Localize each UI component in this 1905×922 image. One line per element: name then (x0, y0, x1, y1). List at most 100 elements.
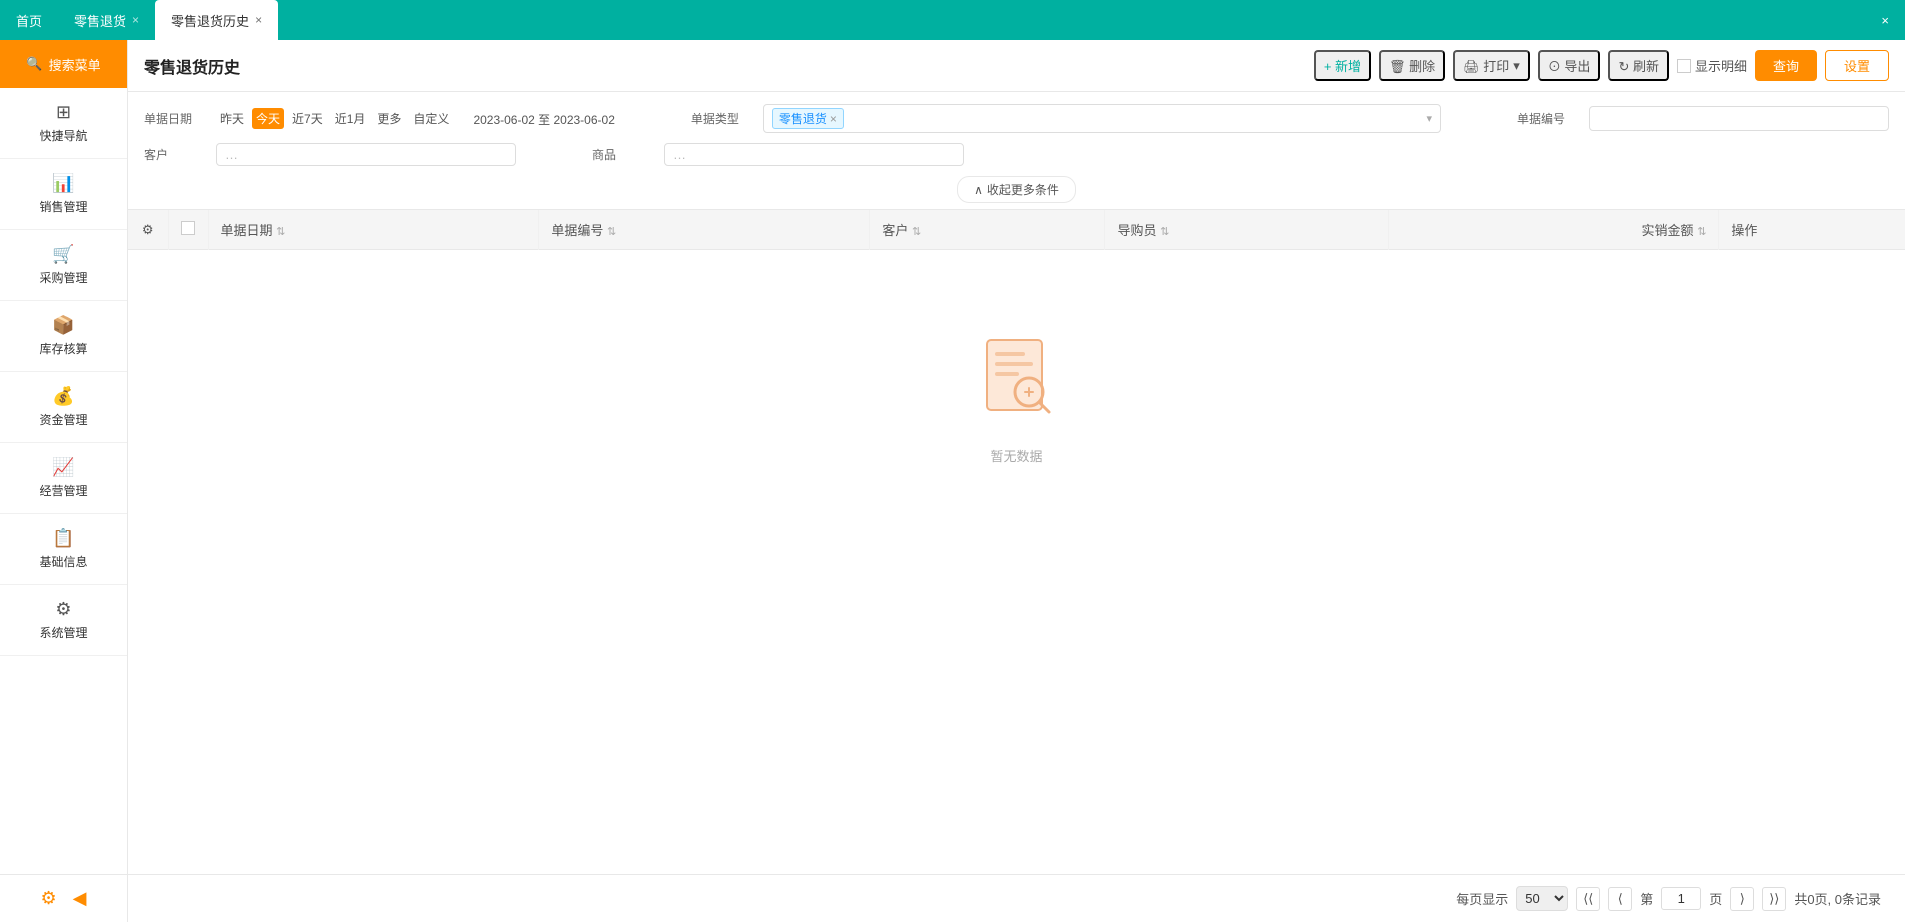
collapse-label: 收起更多条件 (987, 181, 1059, 198)
sidebar-item-purchase-label: 采购管理 (39, 269, 87, 286)
page-suffix: 页 (1709, 889, 1722, 908)
settings-bottom-icon[interactable]: ⚙ (41, 888, 57, 909)
sidebar-item-quick-nav[interactable]: ⊞ 快捷导航 (0, 88, 127, 159)
th-guide-label: 导购员 (1117, 223, 1156, 238)
type-dropdown-arrow: ▾ (1426, 112, 1432, 125)
th-customer[interactable]: 客户 ⇅ (870, 210, 1105, 250)
inventory-icon: 📦 (52, 315, 74, 336)
number-filter-input[interactable] (1589, 106, 1889, 131)
date-opt-7days[interactable]: 近7天 (288, 108, 327, 129)
purchase-icon: 🛒 (52, 244, 74, 265)
date-opt-more[interactable]: 更多 (373, 108, 405, 129)
empty-state: 暂无数据 (128, 250, 1905, 505)
sidebar: 🔍 搜索菜单 ⊞ 快捷导航 📊 销售管理 🛒 采购管理 📦 库存核算 💰 资金管… (0, 40, 128, 922)
th-number-sort: ⇅ (607, 226, 616, 238)
per-page-select[interactable]: 50 20 100 (1516, 886, 1568, 911)
page-input[interactable] (1661, 887, 1701, 910)
th-actions: 操作 (1719, 210, 1905, 250)
export-button[interactable]: ⊙ 导出 (1538, 50, 1601, 81)
search-icon: 🔍 (26, 56, 42, 72)
th-customer-sort: ⇅ (912, 226, 921, 238)
print-button[interactable]: 🖨 打印 ▾ (1453, 50, 1530, 81)
refresh-button-label: ↻ 刷新 (1618, 56, 1659, 75)
th-number-label: 单据编号 (551, 223, 603, 238)
sidebar-item-sales[interactable]: 📊 销售管理 (0, 159, 127, 230)
print-button-label: 🖨 打印 (1463, 56, 1509, 75)
sidebar-item-inventory[interactable]: 📦 库存核算 (0, 301, 127, 372)
prev-page-button[interactable]: ⟨ (1608, 887, 1632, 911)
collapse-icon: ∧ (974, 183, 983, 197)
date-options: 昨天 今天 近7天 近1月 更多 自定义 (216, 108, 453, 129)
show-detail-checkbox[interactable] (1677, 59, 1691, 73)
refresh-button[interactable]: ↻ 刷新 (1608, 50, 1669, 81)
type-tag: 零售退货 × (772, 108, 844, 129)
date-opt-1month[interactable]: 近1月 (331, 108, 370, 129)
show-detail-label: 显示明细 (1695, 56, 1747, 75)
next-page-button[interactable]: ⟩ (1730, 887, 1754, 911)
empty-icon (967, 330, 1067, 430)
tab-retail-return-history[interactable]: 零售退货历史 × (155, 0, 278, 40)
query-button[interactable]: 查询 (1755, 50, 1817, 81)
goods-input-ellipsis: … (673, 147, 955, 162)
system-icon: ⚙ (55, 599, 71, 620)
sidebar-search[interactable]: 🔍 搜索菜单 (0, 40, 127, 88)
window-close-button[interactable]: × (1881, 13, 1905, 28)
number-filter-label: 单据编号 (1517, 110, 1573, 127)
collapse-row: ∧ 收起更多条件 (144, 176, 1889, 203)
date-opt-custom[interactable]: 自定义 (409, 108, 453, 129)
th-amount-label: 实销金额 (1642, 223, 1694, 238)
tab-retail-return-close[interactable]: × (132, 13, 139, 27)
tab-home-label: 首页 (16, 11, 42, 30)
sidebar-search-label: 搜索菜单 (49, 55, 101, 74)
first-page-button[interactable]: ⟨⟨ (1576, 887, 1600, 911)
date-opt-yesterday[interactable]: 昨天 (216, 108, 248, 129)
th-amount[interactable]: 实销金额 ⇅ (1388, 210, 1719, 250)
goods-filter-label: 商品 (592, 146, 648, 163)
set-button[interactable]: 设置 (1825, 50, 1889, 81)
th-settings[interactable]: ⚙ (128, 210, 168, 250)
page-label: 第 (1640, 889, 1653, 908)
top-tab-bar: 首页 零售退货 × 零售退货历史 × × (0, 0, 1905, 40)
show-detail-toggle[interactable]: 显示明细 (1677, 56, 1747, 75)
sidebar-item-purchase[interactable]: 🛒 采购管理 (0, 230, 127, 301)
sidebar-item-quick-nav-label: 快捷导航 (39, 127, 87, 144)
th-date[interactable]: 单据日期 ⇅ (208, 210, 539, 250)
delete-button-label: 🗑 删除 (1389, 56, 1435, 75)
print-dropdown-arrow: ▾ (1513, 58, 1520, 74)
type-dropdown[interactable]: 零售退货 × ▾ (763, 104, 1441, 133)
collapse-sidebar-icon[interactable]: ◀ (73, 888, 87, 909)
new-button[interactable]: + 新增 (1314, 50, 1371, 81)
th-guide[interactable]: 导购员 ⇅ (1105, 210, 1388, 250)
sidebar-item-basic[interactable]: 📋 基础信息 (0, 514, 127, 585)
th-number[interactable]: 单据编号 ⇅ (539, 210, 870, 250)
collapse-button[interactable]: ∧ 收起更多条件 (957, 176, 1076, 203)
last-page-button[interactable]: ⟩⟩ (1762, 887, 1786, 911)
sidebar-item-finance-label: 资金管理 (39, 411, 87, 428)
sidebar-item-sales-label: 销售管理 (39, 198, 87, 215)
th-guide-sort: ⇅ (1160, 226, 1169, 238)
th-customer-label: 客户 (882, 223, 908, 238)
type-tag-text: 零售退货 (779, 110, 827, 127)
quick-nav-icon: ⊞ (56, 102, 71, 123)
total-label: 共0页, 0条记录 (1794, 889, 1881, 908)
th-check[interactable] (168, 210, 208, 250)
tab-retail-return-history-close[interactable]: × (255, 13, 262, 27)
sidebar-item-system-label: 系统管理 (39, 624, 87, 641)
delete-button[interactable]: 🗑 删除 (1379, 50, 1445, 81)
customer-filter-label: 客户 (144, 146, 200, 163)
sidebar-item-operations[interactable]: 📈 经营管理 (0, 443, 127, 514)
sidebar-item-system[interactable]: ⚙ 系统管理 (0, 585, 127, 656)
type-tag-remove[interactable]: × (830, 112, 837, 126)
tab-retail-return-label: 零售退货 (74, 11, 126, 30)
customer-input-ellipsis: … (225, 147, 507, 162)
tab-retail-return[interactable]: 零售退货 × (58, 0, 155, 40)
th-actions-label: 操作 (1731, 223, 1757, 238)
new-button-label: + 新增 (1324, 56, 1361, 75)
per-page-label: 每页显示 (1456, 889, 1508, 908)
export-button-label: ⊙ 导出 (1548, 56, 1591, 75)
main-layout: 🔍 搜索菜单 ⊞ 快捷导航 📊 销售管理 🛒 采购管理 📦 库存核算 💰 资金管… (0, 40, 1905, 922)
date-opt-today[interactable]: 今天 (252, 108, 284, 129)
tab-home[interactable]: 首页 (0, 0, 58, 40)
sales-icon: 📊 (52, 173, 74, 194)
sidebar-item-finance[interactable]: 💰 资金管理 (0, 372, 127, 443)
